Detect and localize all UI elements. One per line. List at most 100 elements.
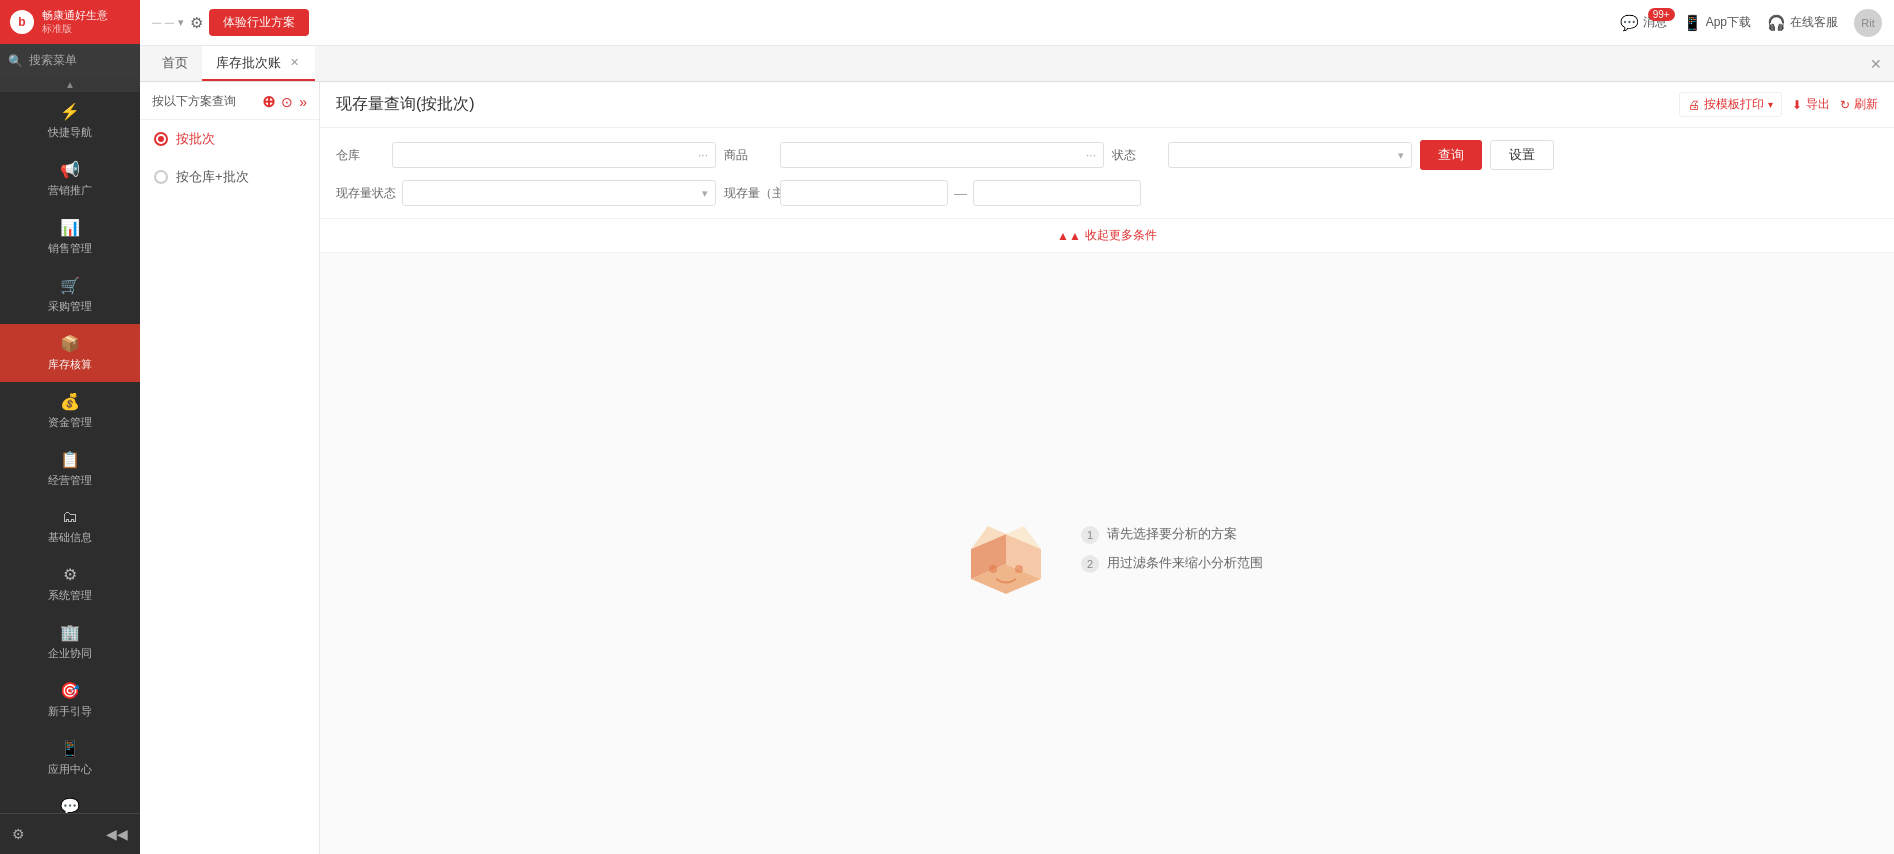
query-header-actions: 🖨 按模板打印 ▾ ⬇ 导出 ↻ 刷新 bbox=[1679, 92, 1878, 117]
empty-step-2: 2 用过滤条件来缩小分析范围 bbox=[1081, 554, 1263, 573]
breadcrumb-text: ─ ─ bbox=[152, 15, 174, 30]
tab-label: 首页 bbox=[162, 54, 188, 72]
sidebar-item-sales[interactable]: 📊 销售管理 bbox=[0, 208, 140, 266]
query-button[interactable]: 查询 bbox=[1420, 140, 1482, 170]
status-field: 状态 全部 正常 停用 ▾ bbox=[1112, 142, 1412, 168]
content-area: 按以下方案查询 ⊕ ⊙ » 按批次 按仓库+批次 现存量查询(按批次) bbox=[140, 82, 1894, 854]
filter-fields: 仓库 ··· 商品 ··· bbox=[320, 128, 1894, 219]
app-name: 畅康通好生意 bbox=[42, 8, 108, 22]
tab-bar: 首页 库存批次账 ✕ ✕ bbox=[140, 46, 1894, 82]
sidebar-item-label: 基础信息 bbox=[48, 530, 92, 545]
empty-text: 1 请先选择要分析的方案 2 用过滤条件来缩小分析范围 bbox=[1081, 525, 1263, 583]
step-num-1: 1 bbox=[1081, 526, 1099, 544]
tab-home[interactable]: 首页 bbox=[148, 46, 202, 81]
user-avatar[interactable]: Rit bbox=[1854, 9, 1882, 37]
product-label: 商品 bbox=[724, 147, 774, 164]
sidebar-item-newbie[interactable]: 🎯 新手引导 bbox=[0, 671, 140, 729]
filter-row-1: 仓库 ··· 商品 ··· bbox=[336, 140, 1878, 170]
status-select[interactable]: 全部 正常 停用 bbox=[1168, 142, 1412, 168]
purchase-icon: 🛒 bbox=[60, 276, 80, 295]
sidebar-item-label: 采购管理 bbox=[48, 299, 92, 314]
messages-action[interactable]: 💬 消息 99+ bbox=[1620, 14, 1667, 32]
sidebar-collapse-icon[interactable]: ◀◀ bbox=[102, 822, 132, 846]
sidebar-item-inventory[interactable]: 📦 库存核算 bbox=[0, 324, 140, 382]
sidebar-item-enterprise[interactable]: 🏢 企业协同 bbox=[0, 613, 140, 671]
gear-icon[interactable]: ⚙ bbox=[190, 14, 203, 32]
topbar: ─ ─ ▾ ⚙ 体验行业方案 💬 消息 99+ 📱 App下载 🎧 在线客服 R… bbox=[140, 0, 1894, 46]
stock-qty-field: 现存量（主） — bbox=[724, 180, 1104, 206]
scheme-settings-icon[interactable]: ⊙ bbox=[281, 94, 293, 110]
export-label: 导出 bbox=[1806, 96, 1830, 113]
sidebar-item-operations[interactable]: 📋 经营管理 bbox=[0, 440, 140, 498]
sidebar-item-marketing[interactable]: 📢 营销推广 bbox=[0, 150, 140, 208]
stock-qty-max-input[interactable] bbox=[973, 180, 1141, 206]
apps-icon: 📱 bbox=[60, 739, 80, 758]
sidebar-item-system[interactable]: ⚙ 系统管理 bbox=[0, 555, 140, 613]
add-scheme-icon[interactable]: ⊕ bbox=[262, 92, 275, 111]
sidebar-item-label: 库存核算 bbox=[48, 357, 92, 372]
sidebar-item-purchase[interactable]: 🛒 采购管理 bbox=[0, 266, 140, 324]
system-icon: ⚙ bbox=[63, 565, 77, 584]
warehouse-more-icon[interactable]: ··· bbox=[698, 148, 708, 162]
online-service-label: 在线客服 bbox=[1790, 14, 1838, 31]
sidebar-item-shortcut[interactable]: ⚡ 快捷导航 bbox=[0, 92, 140, 150]
stock-qty-dash: — bbox=[954, 186, 967, 201]
sidebar-item-label: 系统管理 bbox=[48, 588, 92, 603]
filter-panel-collapse-icon[interactable]: » bbox=[299, 94, 307, 110]
warehouse-field: 仓库 ··· bbox=[336, 142, 716, 168]
export-button[interactable]: ⬇ 导出 bbox=[1792, 96, 1830, 113]
breadcrumb-chevron: ▾ bbox=[178, 16, 184, 29]
message-icon: 💬 bbox=[1620, 14, 1639, 32]
print-label: 按模板打印 bbox=[1704, 96, 1764, 113]
sidebar-item-label: 企业协同 bbox=[48, 646, 92, 661]
stock-status-select[interactable] bbox=[402, 180, 716, 206]
breadcrumb: ─ ─ ▾ bbox=[152, 15, 184, 30]
sidebar-item-label: 营销推广 bbox=[48, 183, 92, 198]
app-logo: b bbox=[10, 10, 34, 34]
tab-close-all[interactable]: ✕ bbox=[1866, 52, 1886, 76]
sidebar-item-label: 资金管理 bbox=[48, 415, 92, 430]
headset-icon: 🎧 bbox=[1767, 14, 1786, 32]
filter-scheme-warehouse-batch[interactable]: 按仓库+批次 bbox=[140, 158, 319, 196]
query-area: 现存量查询(按批次) 🖨 按模板打印 ▾ ⬇ 导出 ↻ 刷新 bbox=[320, 82, 1894, 854]
collapse-label: 收起更多条件 bbox=[1085, 227, 1157, 244]
sidebar-item-wechat[interactable]: 💬 企业微信 bbox=[0, 787, 140, 813]
product-input[interactable] bbox=[780, 142, 1104, 168]
warehouse-label: 仓库 bbox=[336, 147, 386, 164]
settings-footer-icon[interactable]: ⚙ bbox=[8, 822, 29, 846]
print-button[interactable]: 🖨 按模板打印 ▾ bbox=[1679, 92, 1782, 117]
stock-qty-min-input[interactable] bbox=[780, 180, 948, 206]
sidebar-item-apps[interactable]: 📱 应用中心 bbox=[0, 729, 140, 787]
settings-button[interactable]: 设置 bbox=[1490, 140, 1554, 170]
sidebar-item-label: 新手引导 bbox=[48, 704, 92, 719]
trial-button[interactable]: 体验行业方案 bbox=[209, 9, 309, 36]
app-edition: 标准版 bbox=[42, 22, 108, 36]
step-2-text: 用过滤条件来缩小分析范围 bbox=[1107, 554, 1263, 572]
tab-inventory-batch[interactable]: 库存批次账 ✕ bbox=[202, 46, 315, 81]
refresh-label: 刷新 bbox=[1854, 96, 1878, 113]
search-icon: 🔍 bbox=[8, 54, 23, 68]
product-more-icon[interactable]: ··· bbox=[1086, 148, 1096, 162]
app-download-label: App下载 bbox=[1706, 14, 1751, 31]
scroll-up-arrow[interactable]: ▲ bbox=[0, 77, 140, 92]
online-service-action[interactable]: 🎧 在线客服 bbox=[1767, 14, 1838, 32]
tab-close-icon[interactable]: ✕ bbox=[287, 56, 301, 70]
search-menu[interactable]: 🔍 搜索菜单 bbox=[0, 44, 140, 77]
sidebar-item-finance[interactable]: 💰 资金管理 bbox=[0, 382, 140, 440]
product-field: 商品 ··· bbox=[724, 142, 1104, 168]
finance-icon: 💰 bbox=[60, 392, 80, 411]
filter-scheme-batch[interactable]: 按批次 bbox=[140, 120, 319, 158]
refresh-button[interactable]: ↻ 刷新 bbox=[1840, 96, 1878, 113]
sidebar-item-basic[interactable]: 🗂 基础信息 bbox=[0, 498, 140, 555]
empty-svg bbox=[951, 504, 1061, 614]
stock-status-field: 现存量状态 ▾ bbox=[336, 180, 716, 206]
stock-qty-range: — bbox=[780, 180, 1141, 206]
main-area: ─ ─ ▾ ⚙ 体验行业方案 💬 消息 99+ 📱 App下载 🎧 在线客服 R… bbox=[140, 0, 1894, 854]
collapse-more-conditions[interactable]: ▲▲ 收起更多条件 bbox=[320, 219, 1894, 253]
sidebar-item-label: 应用中心 bbox=[48, 762, 92, 777]
app-download-action[interactable]: 📱 App下载 bbox=[1683, 14, 1751, 32]
warehouse-input[interactable] bbox=[392, 142, 716, 168]
topbar-right: 💬 消息 99+ 📱 App下载 🎧 在线客服 Rit bbox=[1620, 9, 1882, 37]
user-display: Rit bbox=[1861, 17, 1874, 29]
empty-state: 1 请先选择要分析的方案 2 用过滤条件来缩小分析范围 bbox=[320, 253, 1894, 854]
